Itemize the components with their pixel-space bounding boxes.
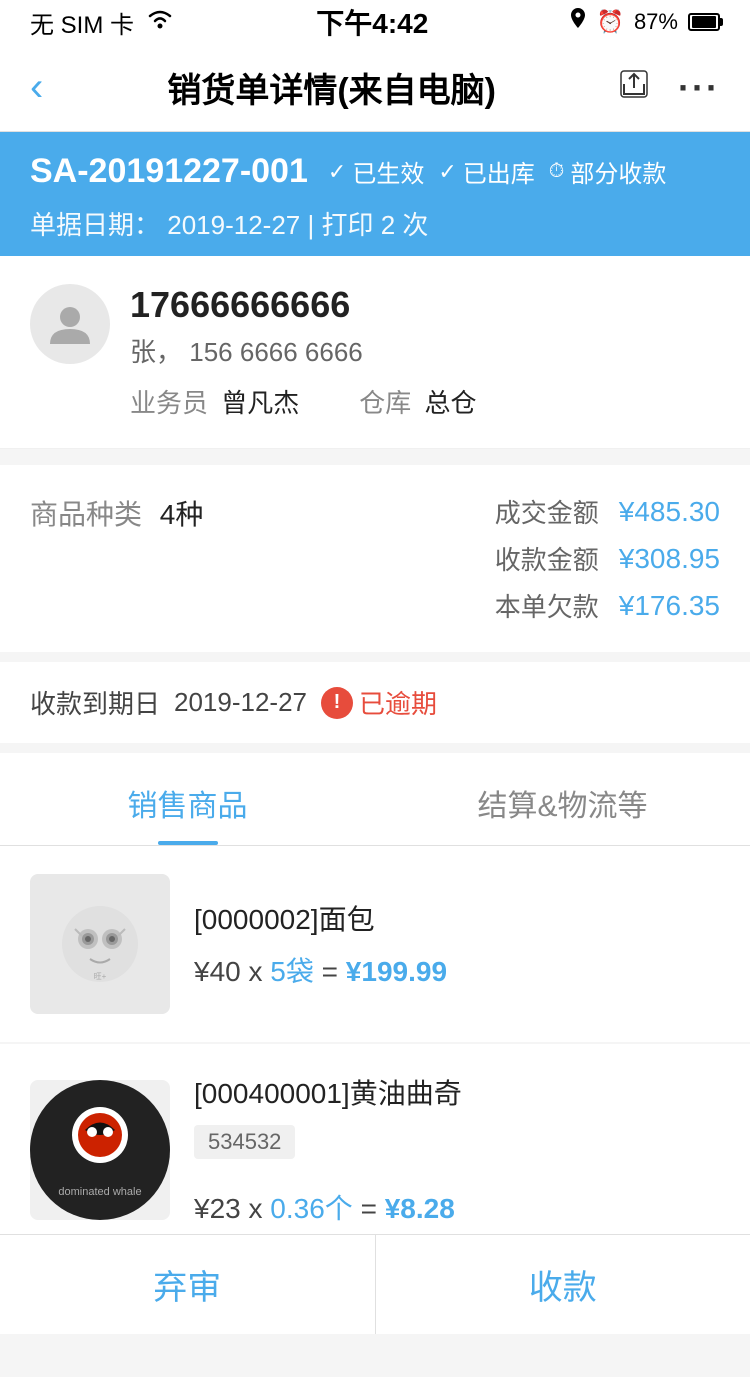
amount-row: 成交金额 ¥485.30: [495, 493, 720, 530]
warehouse-name: 总仓: [425, 388, 477, 418]
due-date: 2019-12-27: [174, 687, 307, 718]
product-image-1: 旺+: [30, 874, 170, 1014]
order-date: 2019-12-27: [167, 210, 300, 240]
cancel-button[interactable]: 弃审: [0, 1235, 376, 1334]
page-title: 销货单详情(来自电脑): [167, 63, 496, 112]
list-item: 旺+ [0000002]面包 ¥40 x 5袋 = ¥199.99: [0, 846, 750, 1042]
received-amount: ¥308.95: [619, 543, 720, 575]
print-unit: 次: [402, 210, 428, 240]
financial-stats: 成交金额 ¥485.30 收款金额 ¥308.95 本单欠款 ¥176.35: [495, 493, 720, 624]
banner-row1: SA-20191227-001 ✓ 已生效 ✓ 已出库 ⏱ 部分收款: [30, 152, 720, 191]
product-name-2: [000400001]黄油曲奇: [194, 1072, 720, 1112]
due-label: 收款到期日: [30, 684, 160, 721]
product-name-1: [0000002]面包: [194, 898, 720, 938]
product-sku-2: 534532: [194, 1125, 295, 1159]
bottom-bar: 弃审 收款: [0, 1234, 750, 1334]
list-item: dominated whale [000400001]黄油曲奇 534532 ¥…: [0, 1044, 750, 1255]
customer-phone: 张， 156 6666 6666: [130, 332, 720, 369]
print-count: 2: [381, 210, 395, 240]
share-button[interactable]: [620, 70, 648, 105]
nav-actions: ···: [620, 67, 720, 109]
received-row: 收款金额 ¥308.95: [495, 540, 720, 577]
status-left: 无 SIM 卡: [30, 5, 176, 40]
overdue-badge: ! 已逾期: [321, 684, 437, 721]
customer-meta: 业务员 曾凡杰 仓库 总仓: [130, 383, 720, 420]
customer-info: 17666666666 张， 156 6666 6666 业务员 曾凡杰 仓库 …: [130, 284, 720, 420]
sales-info: 业务员 曾凡杰: [130, 383, 299, 420]
product-price-1: ¥40 x 5袋 = ¥199.99: [194, 950, 720, 990]
status-tag-partial: ⏱ 部分收款: [549, 154, 667, 189]
tabs: 销售商品 结算&物流等: [0, 753, 750, 846]
date-label: 单据日期：: [30, 210, 160, 240]
avatar: [30, 284, 110, 364]
status-time: 下午4:42: [316, 2, 428, 42]
debt-row: 本单欠款 ¥176.35: [495, 587, 720, 624]
status-tag-shipped: ✓ 已出库: [438, 154, 534, 189]
deal-amount: ¥485.30: [619, 496, 720, 528]
location-icon: [569, 8, 587, 36]
svg-text:旺+: 旺+: [94, 972, 107, 981]
status-tags: ✓ 已生效 ✓ 已出库 ⏱ 部分收款: [328, 154, 666, 189]
print-label: 打印: [321, 210, 373, 240]
status-tag-effective: ✓ 已生效: [328, 154, 424, 189]
tab-settlement[interactable]: 结算&物流等: [375, 753, 750, 845]
check-icon-2: ✓: [438, 159, 456, 185]
nav-bar: ‹ 销货单详情(来自电脑) ···: [0, 44, 750, 132]
status-right: ⏰ 87%: [569, 8, 720, 36]
clock-icon: ⏱: [549, 160, 565, 183]
svg-text:dominated whale: dominated whale: [58, 1186, 141, 1198]
banner-date-row: 单据日期： 2019-12-27 | 打印 2 次: [30, 205, 720, 242]
header-banner: SA-20191227-001 ✓ 已生效 ✓ 已出库 ⏱ 部分收款 单据日期：…: [0, 132, 750, 256]
status-bar: 无 SIM 卡 下午4:42 ⏰ 87%: [0, 0, 750, 44]
check-icon-1: ✓: [328, 159, 346, 185]
sales-name: 曾凡杰: [221, 388, 299, 418]
product-image-2: dominated whale: [30, 1080, 170, 1220]
customer-account: 17666666666: [130, 284, 720, 326]
order-id: SA-20191227-001: [30, 152, 308, 191]
more-button[interactable]: ···: [678, 67, 720, 109]
customer-section: 17666666666 张， 156 6666 6666 业务员 曾凡杰 仓库 …: [0, 256, 750, 449]
stats-section: 商品种类 4种 成交金额 ¥485.30 收款金额 ¥308.95 本单欠款 ¥…: [0, 465, 750, 660]
tab-sales-products[interactable]: 销售商品: [0, 753, 375, 845]
battery-icon: [688, 13, 720, 31]
product-type-count: 商品种类 4种: [30, 493, 203, 533]
alarm-icon: ⏰: [597, 9, 624, 35]
debt-amount: ¥176.35: [619, 590, 720, 622]
warehouse-info: 仓库 总仓: [359, 383, 476, 420]
product-info-1: [0000002]面包 ¥40 x 5袋 = ¥199.99: [194, 898, 720, 990]
overdue-icon: !: [321, 687, 353, 719]
overdue-text: 已逾期: [359, 684, 437, 721]
carrier-text: 无 SIM 卡: [30, 5, 134, 40]
product-price-2: ¥23 x 0.36个 = ¥8.28: [194, 1187, 720, 1227]
due-section: 收款到期日 2019-12-27 ! 已逾期: [0, 662, 750, 751]
back-button[interactable]: ‹: [30, 65, 43, 110]
battery-text: 87%: [634, 9, 678, 35]
confirm-button[interactable]: 收款: [376, 1235, 750, 1334]
product-info-2: [000400001]黄油曲奇 534532 ¥23 x 0.36个 = ¥8.…: [194, 1072, 720, 1227]
wifi-icon: [144, 8, 176, 37]
